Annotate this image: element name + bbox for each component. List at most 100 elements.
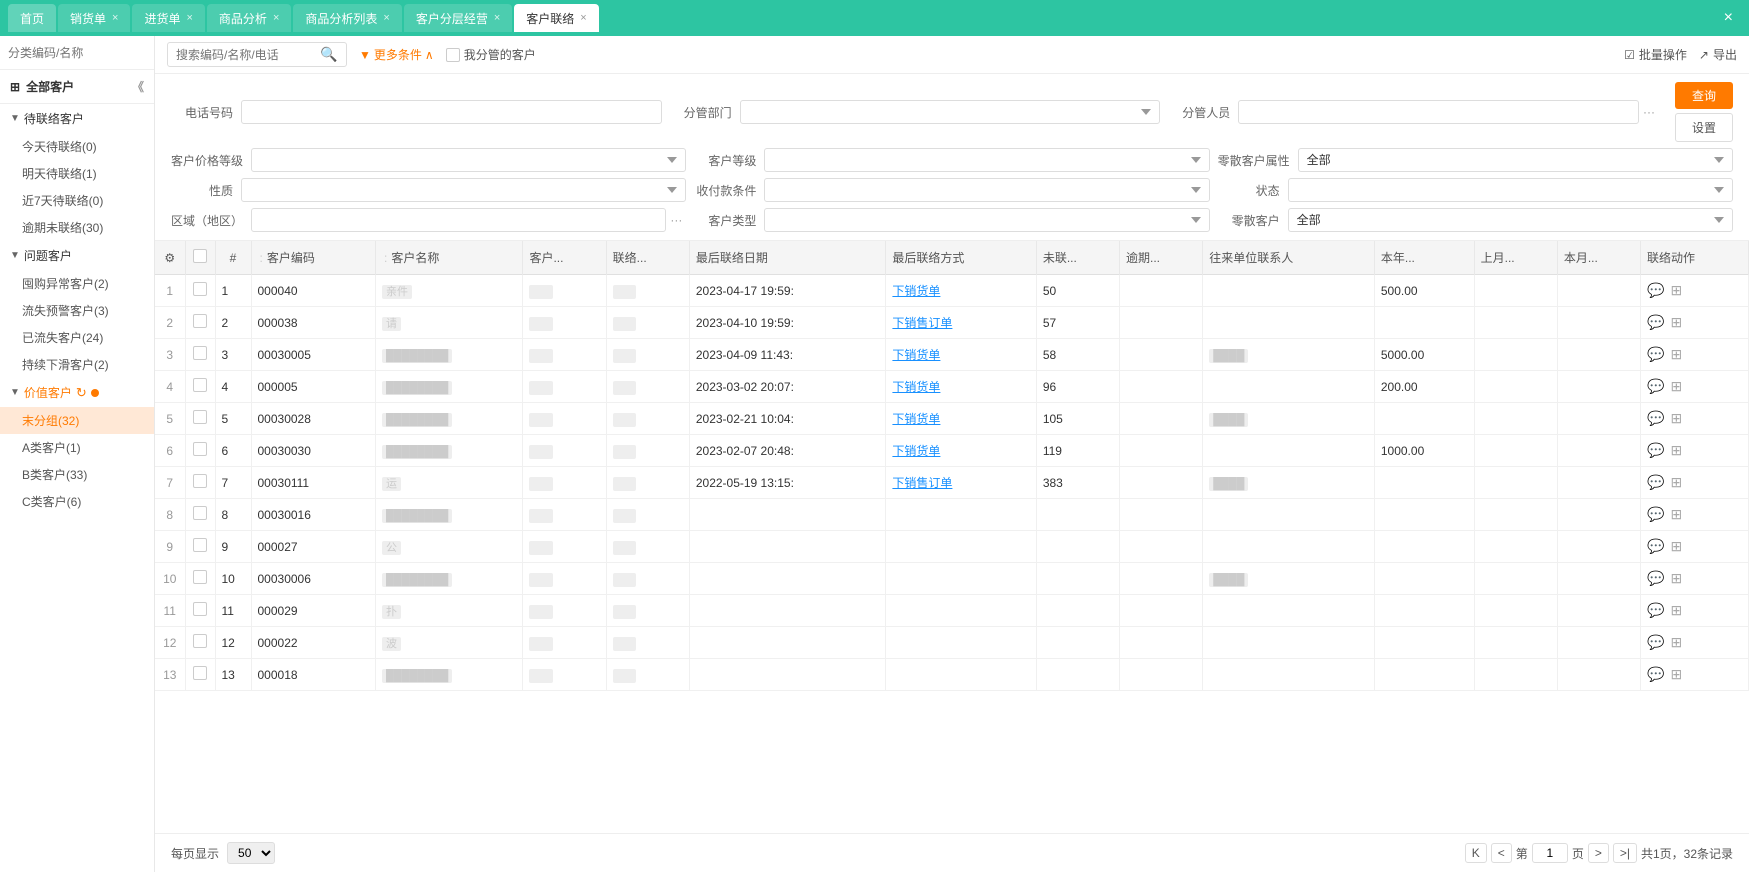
row-checkbox-11[interactable]	[193, 634, 207, 648]
row-check-1[interactable]	[185, 307, 215, 339]
row-checkbox-8[interactable]	[193, 538, 207, 552]
settings-gear-icon[interactable]: ⚙	[164, 251, 175, 265]
retail-attr-select[interactable]: 全部	[1298, 148, 1733, 172]
col-contact[interactable]: 联络...	[606, 241, 689, 275]
sidebar-item-lost[interactable]: 已流失客户(24)	[0, 324, 154, 351]
chat-icon-12[interactable]: 💬	[1647, 666, 1664, 683]
row-method-link-6[interactable]: 下销售订单	[892, 476, 952, 490]
chat-icon-10[interactable]: 💬	[1647, 602, 1664, 619]
close-purchase-icon[interactable]: ×	[186, 12, 192, 24]
payment-select[interactable]	[764, 178, 1209, 202]
row-checkbox-4[interactable]	[193, 410, 207, 424]
col-name[interactable]: : 客户名称	[375, 241, 522, 275]
reset-button[interactable]: 设置	[1675, 113, 1733, 142]
row-checkbox-3[interactable]	[193, 378, 207, 392]
row-last-method-6[interactable]: 下销售订单	[886, 467, 1036, 499]
sidebar-group-pending[interactable]: ▼ 待联络客户	[0, 104, 154, 133]
my-customers-checkbox-area[interactable]: 我分管的客户	[446, 46, 536, 63]
prev-page-btn[interactable]: <	[1491, 843, 1512, 863]
batch-op-btn[interactable]: ☑ 批量操作	[1624, 46, 1687, 63]
chat-icon-2[interactable]: 💬	[1647, 346, 1664, 363]
sidebar-item-c-class[interactable]: C类客户(6)	[0, 488, 154, 515]
col-type[interactable]: 客户...	[523, 241, 606, 275]
close-sales-icon[interactable]: ×	[112, 12, 118, 24]
row-method-link-5[interactable]: 下销货单	[892, 444, 940, 458]
col-last-contact-date[interactable]: 最后联络日期	[689, 241, 886, 275]
sidebar-item-tomorrow[interactable]: 明天待联络(1)	[0, 160, 154, 187]
row-last-method-4[interactable]: 下销货单	[886, 403, 1036, 435]
row-last-method-9[interactable]	[886, 563, 1036, 595]
sidebar-item-abnormal[interactable]: 囤购异常客户(2)	[0, 270, 154, 297]
more-conditions-btn[interactable]: ▼ 更多条件 ∧	[359, 46, 434, 63]
tab-goods-analysis[interactable]: 商品分析 ×	[207, 4, 291, 32]
row-checkbox-1[interactable]	[193, 314, 207, 328]
page-number-input[interactable]	[1532, 843, 1568, 863]
chat-icon-5[interactable]: 💬	[1647, 442, 1664, 459]
manager-input[interactable]	[1238, 100, 1639, 124]
row-method-link-4[interactable]: 下销货单	[892, 412, 940, 426]
sidebar-item-7days[interactable]: 近7天待联络(0)	[0, 187, 154, 214]
grid-action-icon-5[interactable]: ⊞	[1670, 442, 1682, 459]
row-check-5[interactable]	[185, 435, 215, 467]
row-check-0[interactable]	[185, 275, 215, 307]
row-checkbox-2[interactable]	[193, 346, 207, 360]
grid-action-icon-1[interactable]: ⊞	[1670, 314, 1682, 331]
tab-sales[interactable]: 销货单 ×	[58, 4, 130, 32]
region-ellipsis-icon[interactable]: ···	[666, 209, 686, 231]
row-last-method-7[interactable]	[886, 499, 1036, 531]
row-method-link-2[interactable]: 下销货单	[892, 348, 940, 362]
grid-action-icon-12[interactable]: ⊞	[1670, 666, 1682, 683]
row-check-7[interactable]	[185, 499, 215, 531]
sidebar-group-problem[interactable]: ▼ 问题客户	[0, 241, 154, 270]
chat-icon-4[interactable]: 💬	[1647, 410, 1664, 427]
row-method-link-3[interactable]: 下销货单	[892, 380, 940, 394]
status-select[interactable]	[1288, 178, 1733, 202]
row-last-method-3[interactable]: 下销货单	[886, 371, 1036, 403]
col-last-contact-method[interactable]: 最后联络方式	[886, 241, 1036, 275]
grid-action-icon-10[interactable]: ⊞	[1670, 602, 1682, 619]
search-box[interactable]: 🔍	[167, 42, 347, 67]
collapse-icon[interactable]: 《	[132, 78, 144, 95]
first-page-btn[interactable]: K	[1465, 843, 1487, 863]
col-overdue[interactable]: 逾期...	[1120, 241, 1203, 275]
row-checkbox-10[interactable]	[193, 602, 207, 616]
chat-icon-0[interactable]: 💬	[1647, 282, 1664, 299]
row-check-11[interactable]	[185, 627, 215, 659]
chat-icon-8[interactable]: 💬	[1647, 538, 1664, 555]
chat-icon-3[interactable]: 💬	[1647, 378, 1664, 395]
row-check-2[interactable]	[185, 339, 215, 371]
row-check-3[interactable]	[185, 371, 215, 403]
sidebar-search-input[interactable]	[8, 46, 155, 60]
window-close-button[interactable]: ×	[1716, 9, 1741, 27]
tab-customer-segment[interactable]: 客户分层经营 ×	[404, 4, 512, 32]
grid-action-icon-8[interactable]: ⊞	[1670, 538, 1682, 555]
tab-customer-contact[interactable]: 客户联络 ×	[514, 4, 598, 32]
sidebar-item-warning[interactable]: 流失预警客户(3)	[0, 297, 154, 324]
all-customers-header[interactable]: ⊞ 全部客户 《	[0, 70, 154, 104]
tab-purchase[interactable]: 进货单 ×	[132, 4, 204, 32]
query-button[interactable]: 查询	[1675, 82, 1733, 109]
retail-customer-select[interactable]: 全部	[1288, 208, 1733, 232]
customer-type-select[interactable]	[764, 208, 1209, 232]
row-check-12[interactable]	[185, 659, 215, 691]
grid-action-icon-2[interactable]: ⊞	[1670, 346, 1682, 363]
row-checkbox-0[interactable]	[193, 282, 207, 296]
sidebar-item-declining[interactable]: 持续下滑客户(2)	[0, 351, 154, 378]
grid-action-icon-6[interactable]: ⊞	[1670, 474, 1682, 491]
col-settings[interactable]: ⚙	[155, 241, 185, 275]
page-size-select[interactable]: 50	[227, 842, 275, 864]
region-input[interactable]	[251, 208, 666, 232]
row-method-link-0[interactable]: 下销货单	[892, 284, 940, 298]
next-page-btn[interactable]: >	[1588, 843, 1609, 863]
phone-input[interactable]	[241, 100, 662, 124]
row-check-9[interactable]	[185, 563, 215, 595]
customer-level-select[interactable]	[764, 148, 1209, 172]
row-last-method-1[interactable]: 下销售订单	[886, 307, 1036, 339]
row-check-8[interactable]	[185, 531, 215, 563]
row-last-method-12[interactable]	[886, 659, 1036, 691]
col-last-month[interactable]: 上月...	[1474, 241, 1557, 275]
row-last-method-11[interactable]	[886, 627, 1036, 659]
grid-action-icon-3[interactable]: ⊞	[1670, 378, 1682, 395]
row-checkbox-9[interactable]	[193, 570, 207, 584]
sidebar-item-b-class[interactable]: B类客户(33)	[0, 461, 154, 488]
